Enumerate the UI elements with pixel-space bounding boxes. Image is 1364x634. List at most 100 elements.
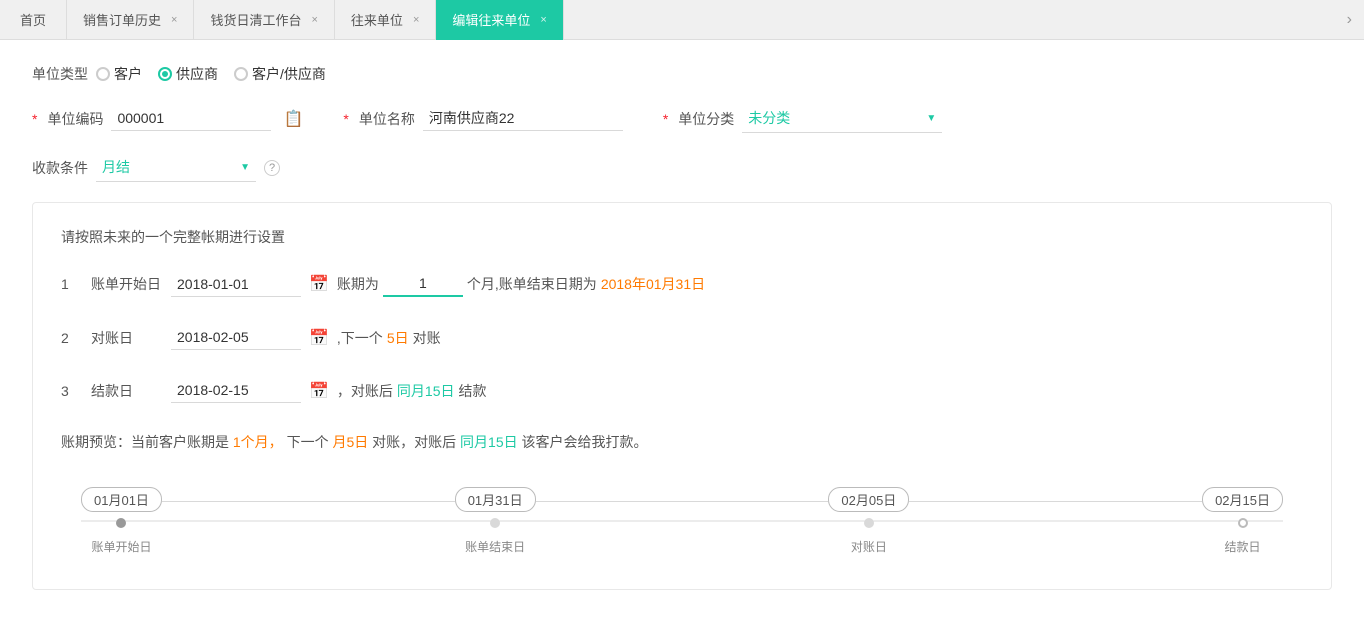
section-title: 请按照未来的一个完整帐期进行设置 (61, 227, 1303, 247)
row-2-num: 2 (61, 330, 91, 346)
timeline-item-2: 01月31日 账单结束日 (455, 487, 536, 555)
tab-cashier[interactable]: 钱货日清工作台 × (194, 0, 334, 40)
setting-row-3: 3 结款日 📅 ，对账后 同月15日 结款 (61, 378, 1303, 403)
row-3-suffix: 结款 (459, 381, 487, 401)
radio-both[interactable]: 客户/供应商 (234, 64, 326, 84)
row-2-desc: ,下一个 5日 对账 (337, 328, 441, 348)
code-item: * 单位编码 📋 (32, 106, 303, 131)
tab-home[interactable]: 首页 (0, 0, 67, 40)
payment-label: 收款条件 (32, 158, 88, 178)
tab-edit-partner[interactable]: 编辑往来单位 × (436, 0, 563, 40)
code-name-category-row: * 单位编码 📋 * 单位名称 * 单位分类 未分类 ▼ (32, 104, 1332, 133)
tab-sales-history-label: 销售订单历史 (83, 10, 161, 29)
row-1-num: 1 (61, 276, 91, 292)
radio-supplier-circle (158, 67, 172, 81)
row-3-date-input[interactable] (171, 378, 301, 403)
row-1-date: 📅 (171, 272, 329, 297)
preview-middle1: 下一个 (287, 434, 329, 450)
payment-arrow-icon: ▼ (240, 162, 250, 173)
row-3-label: 结款日 (91, 381, 171, 401)
radio-customer[interactable]: 客户 (96, 64, 142, 84)
timeline-item-4: 02月15日 结款日 (1202, 487, 1283, 555)
tab-cashier-label: 钱货日清工作台 (210, 10, 301, 29)
payment-item: 收款条件 月结 ▼ ? (32, 153, 280, 182)
preview-highlight2: 月5日 (332, 434, 368, 450)
payment-value: 月结 (102, 157, 236, 177)
category-select[interactable]: 未分类 ▼ (742, 104, 942, 133)
row-1-calendar-icon[interactable]: 📅 (309, 274, 329, 294)
category-arrow-icon: ▼ (926, 113, 936, 124)
setting-row-2: 2 对账日 📅 ,下一个 5日 对账 (61, 325, 1303, 350)
timeline-connector-1 (162, 501, 455, 502)
payment-help-icon[interactable]: ? (264, 160, 280, 176)
code-copy-icon[interactable]: 📋 (283, 109, 303, 129)
row-2-suffix: 对账 (413, 328, 441, 348)
main-content: 单位类型 客户 供应商 客户/供应商 * 单位编码 (0, 40, 1364, 634)
row-2-calendar-icon[interactable]: 📅 (309, 328, 329, 348)
timeline-dot-3 (864, 518, 874, 528)
tab-partners-label: 往来单位 (351, 10, 403, 29)
name-label: 单位名称 (359, 109, 415, 129)
tab-edit-partner-close[interactable]: × (540, 14, 546, 26)
timeline-dot-4 (1238, 518, 1248, 528)
tab-edit-partner-label: 编辑往来单位 (452, 10, 530, 29)
timeline-label-4: 结款日 (1225, 538, 1261, 555)
row-3-calendar-icon[interactable]: 📅 (309, 381, 329, 401)
row-1-date-input[interactable] (171, 272, 301, 297)
row-2-date-input[interactable] (171, 325, 301, 350)
name-input[interactable] (423, 106, 623, 131)
category-item: * 单位分类 未分类 ▼ (663, 104, 942, 133)
tab-cashier-close[interactable]: × (311, 14, 317, 26)
unit-type-item: 单位类型 客户 供应商 客户/供应商 (32, 64, 326, 84)
tab-partners-close[interactable]: × (413, 14, 419, 26)
tab-partners[interactable]: 往来单位 × (335, 0, 436, 40)
timeline-items: 01月01日 账单开始日 01月31日 账单结束日 (81, 487, 1283, 555)
timeline-badge-1: 01月01日 (81, 487, 162, 512)
row-1-suffix: 个月,账单结束日期为 (467, 274, 597, 294)
preview-suffix: 该客户会给我打款。 (522, 434, 648, 450)
row-2-date: 📅 (171, 325, 329, 350)
tab-sales-history[interactable]: 销售订单历史 × (67, 0, 194, 40)
payment-select[interactable]: 月结 ▼ (96, 153, 256, 182)
timeline-date-3: 02月05日 (841, 493, 896, 508)
radio-customer-circle (96, 67, 110, 81)
row-3-date: 📅 (171, 378, 329, 403)
category-label: 单位分类 (678, 109, 734, 129)
period-input[interactable] (383, 271, 463, 297)
code-required: * (32, 111, 37, 127)
category-value: 未分类 (748, 108, 922, 128)
preview-highlight1: 1个月， (233, 434, 283, 450)
timeline-date-4: 02月15日 (1215, 493, 1270, 508)
timeline-connector-2 (536, 501, 829, 502)
timeline-date-2: 01月31日 (468, 493, 523, 508)
code-input[interactable] (111, 106, 271, 131)
row-1-highlight-date: 2018年01月31日 (601, 274, 705, 294)
timeline-label-2: 账单结束日 (465, 538, 525, 555)
row-2-prefix: ,下一个 (337, 328, 383, 348)
unit-type-row: 单位类型 客户 供应商 客户/供应商 (32, 64, 1332, 84)
tab-expand-button[interactable]: › (1335, 11, 1364, 29)
row-2-label: 对账日 (91, 328, 171, 348)
timeline-item-1: 01月01日 账单开始日 (81, 487, 162, 555)
timeline-dot-1 (116, 518, 126, 528)
tab-bar: 首页 销售订单历史 × 钱货日清工作台 × 往来单位 × 编辑往来单位 × › (0, 0, 1364, 40)
row-3-highlight: 同月15日 (397, 381, 455, 401)
tab-sales-history-close[interactable]: × (171, 14, 177, 26)
timeline-badge-2: 01月31日 (455, 487, 536, 512)
timeline-badge-3: 02月05日 (828, 487, 909, 512)
name-item: * 单位名称 (343, 106, 622, 131)
preview-text: 账期预览：当前客户账期是 1个月， 下一个 月5日 对账，对账后 同月15日 该… (61, 431, 1303, 453)
timeline-date-1: 01月01日 (94, 493, 149, 508)
radio-supplier[interactable]: 供应商 (158, 64, 218, 84)
row-1-label: 账单开始日 (91, 274, 171, 294)
tab-home-label: 首页 (20, 10, 46, 29)
row-2-highlight: 5日 (387, 328, 409, 348)
payment-row: 收款条件 月结 ▼ ? (32, 153, 1332, 182)
radio-customer-label: 客户 (114, 64, 142, 84)
row-3-num: 3 (61, 383, 91, 399)
name-required: * (343, 111, 348, 127)
row-3-prefix: ，对账后 (337, 381, 393, 401)
row-1-desc: 账期为 个月,账单结束日期为 2018年01月31日 (337, 271, 705, 297)
row-3-desc: ，对账后 同月15日 结款 (337, 381, 487, 401)
radio-both-label: 客户/供应商 (252, 64, 326, 84)
